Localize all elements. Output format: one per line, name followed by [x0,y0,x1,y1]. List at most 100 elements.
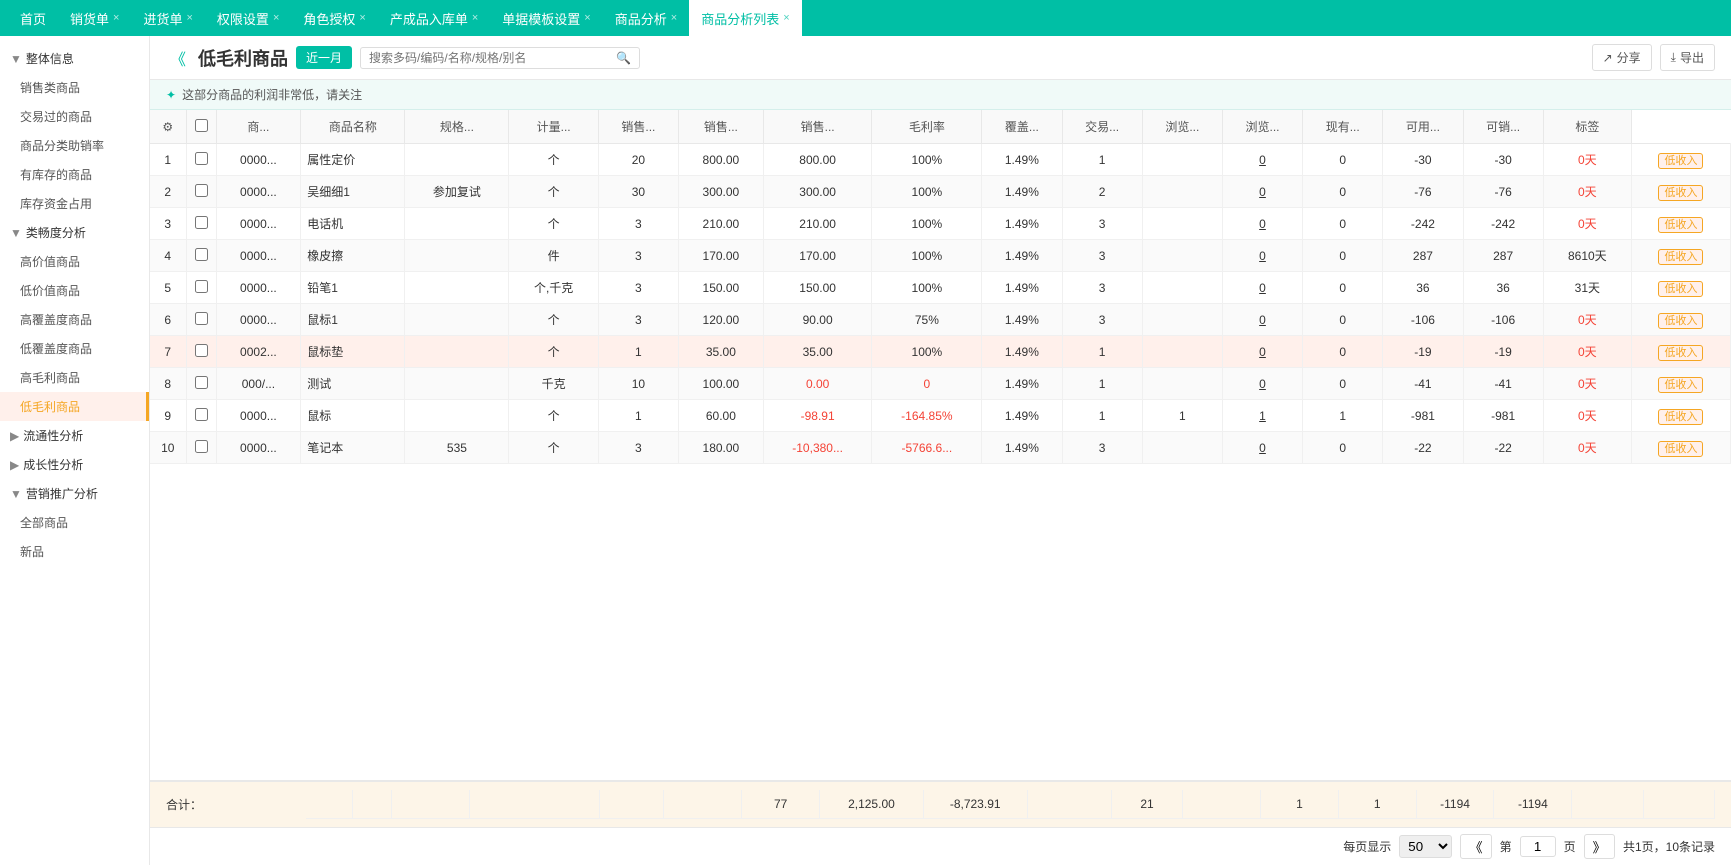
cell-checkbox[interactable] [186,336,216,368]
sidebar-item-all-goods[interactable]: 全部商品 [0,508,149,537]
nav-sales[interactable]: 销货单 × [58,0,131,36]
cell-checkbox[interactable] [186,144,216,176]
cell-checkbox[interactable] [186,432,216,464]
nav-template[interactable]: 单据模板设置 × [490,0,602,36]
next-page-btn[interactable]: 》 [1584,834,1615,859]
col-browse2[interactable]: 浏览... [1222,110,1302,144]
sidebar-item-category-rate[interactable]: 商品分类助销率 [0,131,149,160]
row-checkbox[interactable] [195,440,208,453]
row-checkbox[interactable] [195,152,208,165]
sidebar-group-header-analysis[interactable]: ▼ 类畅度分析 [0,218,149,247]
cell-checkbox[interactable] [186,240,216,272]
cell-checkbox[interactable] [186,368,216,400]
cell-browse1[interactable]: 0 [1222,304,1302,336]
cell-browse1[interactable]: 0 [1222,176,1302,208]
nav-product-analysis[interactable]: 商品分析 × [603,0,689,36]
col-trade[interactable]: 交易... [1062,110,1142,144]
sidebar-item-stock-capital[interactable]: 库存资金占用 [0,189,149,218]
close-icon[interactable]: × [783,12,789,24]
col-browse1[interactable]: 浏览... [1142,110,1222,144]
sidebar-item-traded-goods[interactable]: 交易过的商品 [0,102,149,131]
close-icon[interactable]: × [186,12,192,24]
sidebar-item-low-value[interactable]: 低价值商品 [0,276,149,305]
close-icon[interactable]: × [584,12,590,24]
nav-role[interactable]: 角色授权 × [291,0,377,36]
col-checkbox[interactable] [186,110,216,144]
sidebar-item-low-gross[interactable]: 低毛利商品 [0,392,149,421]
col-gross-rate[interactable]: 毛利率 [872,110,982,144]
col-tag[interactable]: 标签 [1543,110,1631,144]
close-icon[interactable]: × [472,12,478,24]
row-checkbox[interactable] [195,184,208,197]
cell-browse1[interactable]: 0 [1222,432,1302,464]
export-button[interactable]: ⤓ 导出 [1660,44,1715,71]
col-unit[interactable]: 计量... [509,110,598,144]
sidebar-item-high-value[interactable]: 高价值商品 [0,247,149,276]
sidebar-group-header-marketing[interactable]: ▼ 营销推广分析 [0,479,149,508]
content-area: 《 低毛利商品 近一月 🔍 ↗ 分享 ⤓ 导出 ✦ 这部分商品的利润非常低， [150,36,1731,865]
sidebar-item-low-coverage[interactable]: 低覆盖度商品 [0,334,149,363]
sidebar-group-analysis[interactable]: ▼ 类畅度分析 高价值商品 低价值商品 高覆盖度商品 低覆盖度商品 高毛利商品 … [0,218,149,421]
row-checkbox[interactable] [195,376,208,389]
sidebar-item-high-coverage[interactable]: 高覆盖度商品 [0,305,149,334]
close-icon[interactable]: × [273,12,279,24]
cell-browse1[interactable]: 0 [1222,368,1302,400]
share-button[interactable]: ↗ 分享 [1592,44,1652,71]
col-code[interactable]: 商... [216,110,301,144]
sidebar-group-marketing[interactable]: ▼ 营销推广分析 全部商品 新品 [0,479,149,566]
cell-checkbox[interactable] [186,176,216,208]
cell-browse1[interactable]: 0 [1222,208,1302,240]
col-available[interactable]: 可用... [1383,110,1463,144]
col-saleable[interactable]: 可销... [1463,110,1543,144]
row-checkbox[interactable] [195,344,208,357]
close-icon[interactable]: × [671,12,677,24]
row-checkbox[interactable] [195,216,208,229]
cell-checkbox[interactable] [186,272,216,304]
page-input[interactable] [1520,836,1556,857]
sidebar-group-overall[interactable]: ▼ 整体信息 销售类商品 交易过的商品 商品分类助销率 有库存的商品 库存资金占… [0,44,149,218]
cell-browse1[interactable]: 0 [1222,144,1302,176]
search-input[interactable] [369,51,612,65]
sidebar-item-new-goods[interactable]: 新品 [0,537,149,566]
col-sale-price[interactable]: 销售... [678,110,763,144]
row-checkbox[interactable] [195,408,208,421]
col-stock[interactable]: 现有... [1303,110,1383,144]
cell-checkbox[interactable] [186,304,216,336]
collapse-sidebar-btn[interactable]: 《 [166,46,190,70]
select-all-checkbox[interactable] [195,119,208,132]
sidebar-group-circulation[interactable]: ▶ 流通性分析 [0,421,149,450]
col-qty[interactable]: 销售... [598,110,678,144]
col-coverage[interactable]: 覆盖... [982,110,1062,144]
col-name[interactable]: 商品名称 [301,110,405,144]
nav-home[interactable]: 首页 [8,0,58,36]
cell-checkbox[interactable] [186,208,216,240]
date-filter-button[interactable]: 近一月 [296,46,352,69]
sidebar-group-header-overall[interactable]: ▼ 整体信息 [0,44,149,73]
cell-browse1[interactable]: 0 [1222,336,1302,368]
cell-checkbox[interactable] [186,400,216,432]
search-icon[interactable]: 🔍 [616,51,631,65]
sidebar-item-stock-goods[interactable]: 有库存的商品 [0,160,149,189]
col-spec[interactable]: 规格... [405,110,509,144]
nav-permission[interactable]: 权限设置 × [205,0,291,36]
row-checkbox[interactable] [195,312,208,325]
prev-page-btn[interactable]: 《 [1460,834,1491,859]
sidebar-item-high-gross[interactable]: 高毛利商品 [0,363,149,392]
sidebar-group-header-circulation[interactable]: ▶ 流通性分析 [0,421,149,450]
nav-product-entry[interactable]: 产成品入库单 × [378,0,490,36]
col-sale-amount[interactable]: 销售... [763,110,872,144]
col-settings[interactable]: ⚙ [150,110,186,144]
sidebar-item-sales-goods[interactable]: 销售类商品 [0,73,149,102]
close-icon[interactable]: × [359,12,365,24]
close-icon[interactable]: × [113,12,119,24]
nav-product-analysis-list[interactable]: 商品分析列表 × [689,0,801,36]
sidebar-group-growth[interactable]: ▶ 成长性分析 [0,450,149,479]
cell-browse1[interactable]: 1 [1222,400,1302,432]
per-page-select[interactable]: 50 20 100 [1399,835,1452,858]
cell-browse1[interactable]: 0 [1222,240,1302,272]
nav-purchase[interactable]: 进货单 × [131,0,204,36]
row-checkbox[interactable] [195,248,208,261]
cell-browse1[interactable]: 0 [1222,272,1302,304]
sidebar-group-header-growth[interactable]: ▶ 成长性分析 [0,450,149,479]
row-checkbox[interactable] [195,280,208,293]
